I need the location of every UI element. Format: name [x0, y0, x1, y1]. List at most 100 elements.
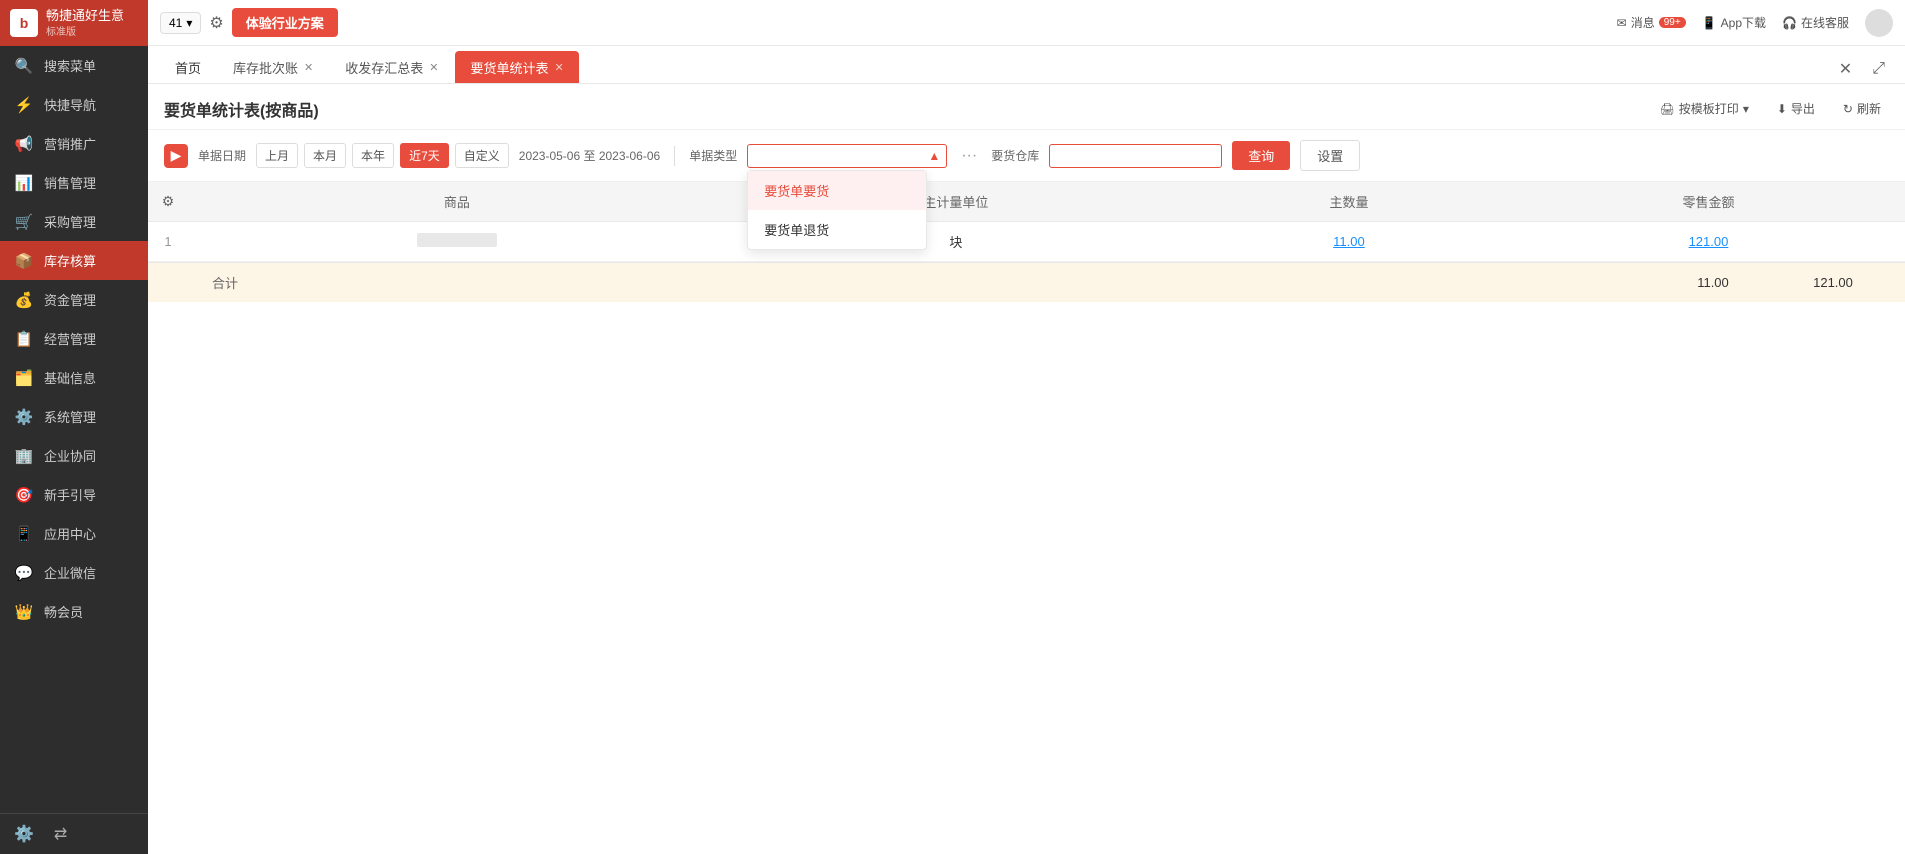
- row-index: 1: [148, 222, 188, 262]
- date-range-group: 上月 本月 本年 近7天 自定义: [256, 143, 509, 168]
- tab-close-all-button[interactable]: ✕: [1831, 55, 1860, 83]
- collapse-icon[interactable]: ⇄: [54, 824, 67, 844]
- dropdown-option-yaohuo-label: 要货单要货: [764, 184, 829, 199]
- page-header: 要货单统计表(按商品) 🖨 按模板打印 ▾ ⬇ 导出 ↻ 刷新: [148, 84, 1905, 130]
- sidebar-header: b 畅捷通好生意 标准版: [0, 0, 148, 46]
- tab-order-summary-label: 要货单统计表: [470, 58, 548, 77]
- sidebar-item-appstore[interactable]: 📱 应用中心: [0, 514, 148, 553]
- type-input-wrapper: ▲: [747, 144, 947, 168]
- store-number: 41: [169, 16, 182, 30]
- sidebar-item-marketing[interactable]: 📢 营销推广: [0, 124, 148, 163]
- tab-home[interactable]: 首页: [160, 51, 216, 83]
- store-selector[interactable]: 41 ▾: [160, 12, 201, 34]
- guide-icon: 🎯: [14, 486, 34, 504]
- tab-receive-summary-close[interactable]: ✕: [429, 61, 438, 74]
- col-settings: ⚙: [148, 182, 188, 222]
- sidebar-item-system[interactable]: ⚙️ 系统管理: [0, 397, 148, 436]
- trial-button[interactable]: 体验行业方案: [232, 8, 338, 37]
- app-download-item[interactable]: 📱 App下载: [1702, 14, 1766, 31]
- tab-receive-summary-label: 收发存汇总表: [345, 58, 423, 77]
- export-button[interactable]: ⬇ 导出: [1769, 96, 1823, 121]
- row-retail-amount[interactable]: 121.00: [1512, 222, 1905, 262]
- refresh-button[interactable]: ↻ 刷新: [1835, 96, 1889, 121]
- appstore-icon: 📱: [14, 525, 34, 543]
- messages-label: 消息: [1631, 14, 1655, 31]
- dropdown-option-yaohuo[interactable]: 要货单要货: [748, 171, 926, 210]
- message-icon: ✉: [1617, 16, 1627, 30]
- sidebar-item-enterprise[interactable]: 🏢 企业协同: [0, 436, 148, 475]
- dropdown-option-tuihuo-label: 要货单退货: [764, 223, 829, 238]
- app-title: 畅捷通好生意: [46, 8, 124, 24]
- this-year-btn[interactable]: 本年: [352, 143, 394, 168]
- custom-btn[interactable]: 自定义: [455, 143, 509, 168]
- sidebar-item-operation[interactable]: 📋 经营管理: [0, 319, 148, 358]
- tab-inventory-batch[interactable]: 库存批次账 ✕: [218, 51, 328, 83]
- settings-filter-button[interactable]: 设置: [1300, 140, 1360, 171]
- warehouse-input[interactable]: [1050, 145, 1221, 167]
- sidebar-item-finance[interactable]: 💰 资金管理: [0, 280, 148, 319]
- tab-expand-button[interactable]: ⤢: [1864, 56, 1893, 82]
- tab-receive-summary[interactable]: 收发存汇总表 ✕: [330, 51, 453, 83]
- query-button[interactable]: 查询: [1232, 141, 1290, 170]
- messages-item[interactable]: ✉ 消息 99+: [1617, 14, 1686, 31]
- col-quantity: 主数量: [1186, 182, 1512, 222]
- type-input[interactable]: [748, 145, 922, 167]
- type-chevron-up-icon[interactable]: ▲: [922, 145, 946, 167]
- sidebar-label-wechat: 企业微信: [44, 563, 96, 582]
- tab-inventory-batch-close[interactable]: ✕: [304, 61, 313, 74]
- footer-quantity: 11.00: [1653, 275, 1773, 290]
- page-content: 要货单统计表(按商品) 🖨 按模板打印 ▾ ⬇ 导出 ↻ 刷新 ▶: [148, 84, 1905, 854]
- sidebar-item-wechat[interactable]: 💬 企业微信: [0, 553, 148, 592]
- print-label: 按模板打印: [1679, 100, 1739, 117]
- last-month-btn[interactable]: 上月: [256, 143, 298, 168]
- dropdown-option-tuihuo[interactable]: 要货单退货: [748, 210, 926, 249]
- sidebar-label-enterprise: 企业协同: [44, 446, 96, 465]
- row-quantity[interactable]: 11.00: [1186, 222, 1512, 262]
- operation-icon: 📋: [14, 330, 34, 348]
- warehouse-filter-label: 要货仓库: [991, 147, 1039, 164]
- tab-order-summary[interactable]: 要货单统计表 ✕: [455, 51, 578, 83]
- sidebar-item-shortcut[interactable]: ⚡ 快捷导航: [0, 85, 148, 124]
- basic-icon: 🗂️: [14, 369, 34, 387]
- app-download-label: App下载: [1721, 14, 1766, 31]
- sidebar-label-search: 搜索菜单: [44, 56, 96, 75]
- date-range-display: 2023-05-06 至 2023-06-06: [519, 147, 660, 164]
- type-filter-label: 单据类型: [689, 147, 737, 164]
- table-row: 1 块 11.00 121.00: [148, 222, 1905, 262]
- sidebar-item-purchase[interactable]: 🛒 采购管理: [0, 202, 148, 241]
- sidebar-item-inventory[interactable]: 📦 库存核算: [0, 241, 148, 280]
- sidebar-item-basic[interactable]: 🗂️ 基础信息: [0, 358, 148, 397]
- inventory-icon: 📦: [14, 252, 34, 270]
- filter-bar: ▶ 单据日期 上月 本月 本年 近7天 自定义 2023-05-06 至 202…: [148, 130, 1905, 182]
- online-service-item[interactable]: 🎧 在线客服: [1782, 14, 1849, 31]
- app-logo: b: [10, 9, 38, 37]
- sidebar-label-operation: 经营管理: [44, 329, 96, 348]
- sidebar-item-sales[interactable]: 📊 销售管理: [0, 163, 148, 202]
- filter-expand-button[interactable]: ▶: [164, 144, 188, 168]
- topbar-settings-icon[interactable]: ⚙: [209, 13, 223, 33]
- tab-order-summary-close[interactable]: ✕: [555, 61, 564, 74]
- marketing-icon: 📢: [14, 135, 34, 153]
- user-avatar[interactable]: [1865, 9, 1893, 37]
- this-month-btn[interactable]: 本月: [304, 143, 346, 168]
- online-service-label: 在线客服: [1801, 14, 1849, 31]
- sidebar-label-basic: 基础信息: [44, 368, 96, 387]
- last7days-btn[interactable]: 近7天: [400, 143, 449, 168]
- system-icon: ⚙️: [14, 408, 34, 426]
- sidebar-item-member[interactable]: 👑 畅会员: [0, 592, 148, 631]
- export-icon: ⬇: [1777, 102, 1787, 116]
- footer-retail-amount: 121.00: [1773, 275, 1893, 290]
- filter-more-button[interactable]: ···: [957, 147, 981, 165]
- enterprise-icon: 🏢: [14, 447, 34, 465]
- sales-icon: 📊: [14, 174, 34, 192]
- sidebar-item-guide[interactable]: 🎯 新手引导: [0, 475, 148, 514]
- sidebar-label-appstore: 应用中心: [44, 524, 96, 543]
- main-content: 41 ▾ ⚙ 体验行业方案 ✉ 消息 99+ 📱 App下载 🎧 在线客服: [148, 0, 1905, 854]
- print-button[interactable]: 🖨 按模板打印 ▾: [1652, 96, 1757, 121]
- settings-bottom-icon[interactable]: ⚙️: [14, 824, 34, 844]
- sidebar-item-search[interactable]: 🔍 搜索菜单: [0, 46, 148, 85]
- col-settings-icon[interactable]: ⚙: [162, 193, 175, 209]
- wechat-icon: 💬: [14, 564, 34, 582]
- finance-icon: 💰: [14, 291, 34, 309]
- export-label: 导出: [1791, 100, 1815, 117]
